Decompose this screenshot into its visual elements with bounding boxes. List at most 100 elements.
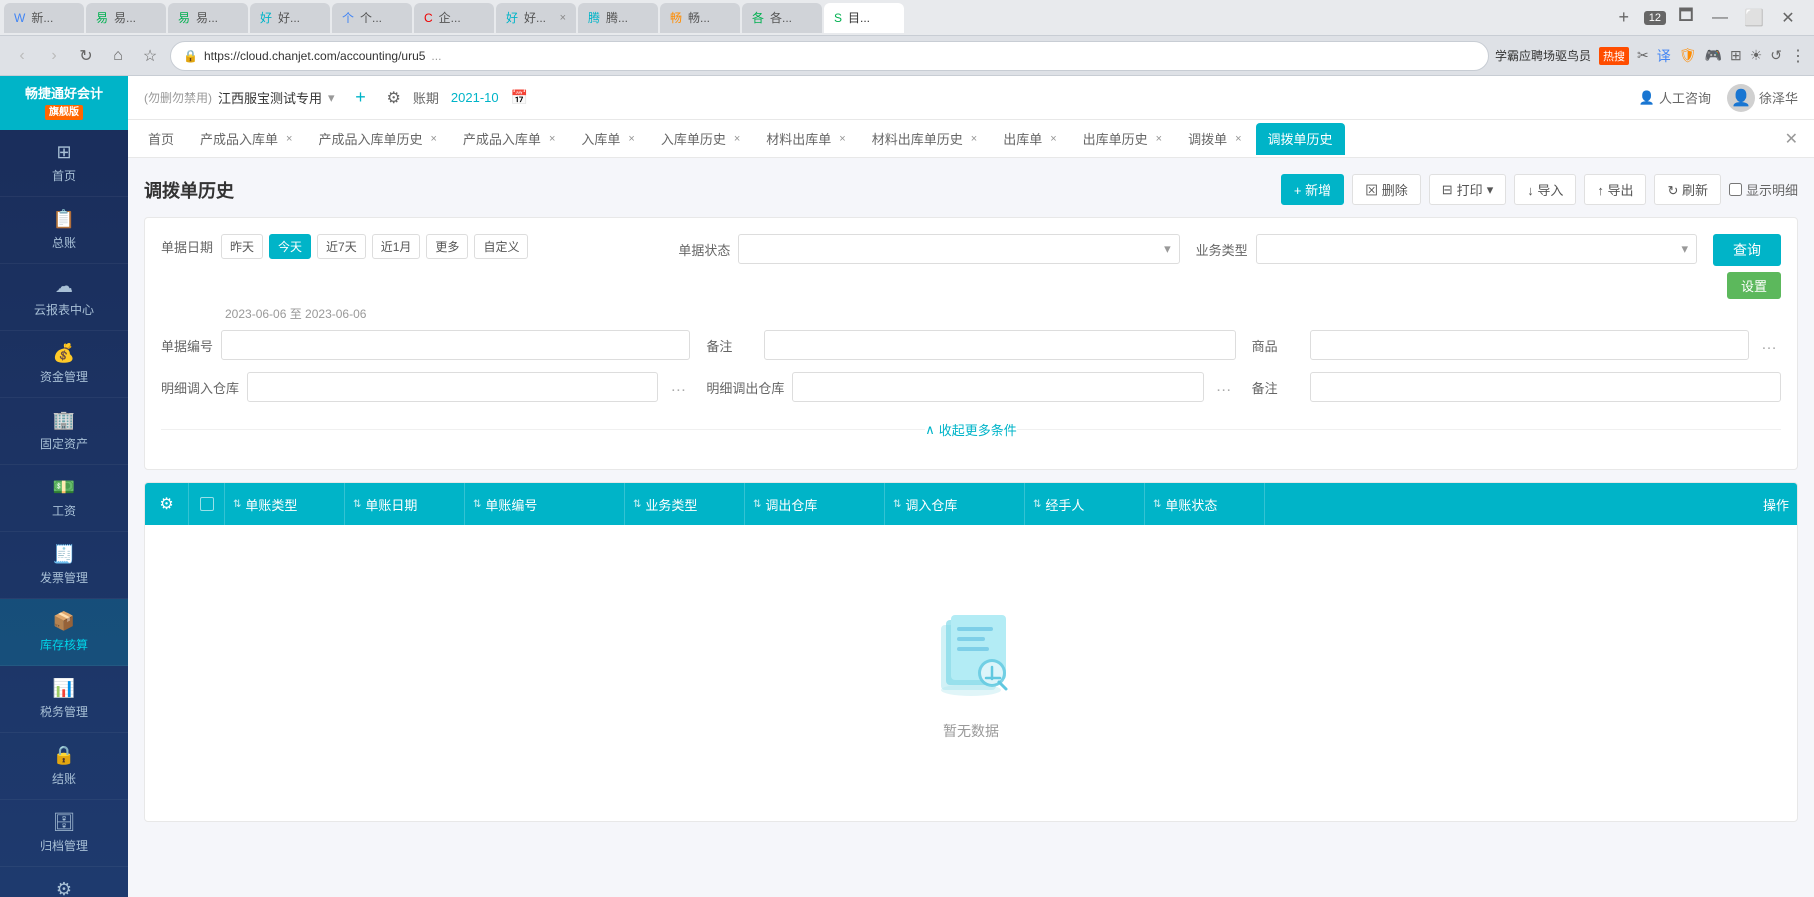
company-selector[interactable]: (勿删勿禁用) 江西服宝测试专用 ▾ bbox=[144, 88, 335, 107]
tab-material-out-history-close[interactable]: × bbox=[971, 133, 977, 145]
display-toggle-checkbox[interactable] bbox=[1729, 183, 1742, 196]
tab-transfer-close[interactable]: × bbox=[1235, 133, 1241, 145]
date-btn-today[interactable]: 今天 bbox=[269, 234, 311, 259]
col-in[interactable]: ⇅ 调入仓库 bbox=[885, 483, 1025, 525]
app-tab-in-history[interactable]: 入库单历史 × bbox=[649, 123, 752, 155]
app-tab-in-order[interactable]: 入库单 × bbox=[569, 123, 646, 155]
display-toggle[interactable]: 显示明细 bbox=[1729, 180, 1798, 199]
export-btn[interactable]: ↑ 导出 bbox=[1584, 174, 1646, 205]
app-tab-home[interactable]: 首页 bbox=[136, 123, 186, 155]
app-tab-material-out[interactable]: 材料出库单 × bbox=[754, 123, 857, 155]
forward-btn[interactable]: › bbox=[40, 42, 68, 70]
filter-settings-btn[interactable]: 设置 bbox=[1727, 272, 1781, 299]
import-btn[interactable]: ↓ 导入 bbox=[1514, 174, 1576, 205]
app-tab-out-history[interactable]: 出库单历史 × bbox=[1071, 123, 1174, 155]
col-num[interactable]: ⇅ 单账编号 bbox=[465, 483, 625, 525]
tab-in-order-close[interactable]: × bbox=[628, 133, 634, 145]
filter-goods-input[interactable] bbox=[1310, 330, 1749, 360]
filter-goods-more-btn[interactable]: … bbox=[1757, 336, 1781, 354]
filter-order-no-input[interactable] bbox=[221, 330, 690, 360]
browser-tab-3[interactable]: 易 易... bbox=[168, 3, 248, 33]
maximize-btn[interactable]: ⬜ bbox=[1740, 4, 1768, 32]
browser-tab-11[interactable]: S 目... bbox=[824, 3, 904, 33]
browser-tab-1[interactable]: W 新... bbox=[4, 3, 84, 33]
col-check[interactable] bbox=[189, 483, 225, 525]
browser-tab-8[interactable]: 腾 腾... bbox=[578, 3, 658, 33]
sidebar-item-cloud-report[interactable]: ☁ 云报表中心 bbox=[0, 264, 128, 331]
col-out[interactable]: ⇅ 调出仓库 bbox=[745, 483, 885, 525]
tab7-close[interactable]: × bbox=[560, 12, 566, 24]
filter-detail-in-input[interactable] bbox=[247, 372, 658, 402]
browser-tab-2[interactable]: 易 易... bbox=[86, 3, 166, 33]
filter-status-select[interactable]: ▾ bbox=[738, 234, 1179, 264]
app-tab-product-in2[interactable]: 产成品入库单 × bbox=[451, 123, 567, 155]
date-btn-yesterday[interactable]: 昨天 bbox=[221, 234, 263, 259]
tab-out-order-close[interactable]: × bbox=[1050, 133, 1056, 145]
new-btn[interactable]: + 新增 bbox=[1281, 174, 1344, 205]
back-btn[interactable]: ‹ bbox=[8, 42, 36, 70]
sidebar-item-tax[interactable]: 📊 税务管理 bbox=[0, 666, 128, 733]
date-btn-1month[interactable]: 近1月 bbox=[372, 234, 421, 259]
app-tab-product-in-history[interactable]: 产成品入库单历史 × bbox=[306, 123, 448, 155]
tab-bar-close-all[interactable]: ✕ bbox=[1777, 129, 1806, 149]
close-btn[interactable]: ✕ bbox=[1774, 4, 1802, 32]
app-tab-material-out-history[interactable]: 材料出库单历史 × bbox=[860, 123, 989, 155]
col-status[interactable]: ⇅ 单账状态 bbox=[1145, 483, 1265, 525]
settings-icon[interactable]: ⚙ bbox=[387, 88, 401, 108]
tab-product-in2-close[interactable]: × bbox=[549, 133, 555, 145]
home-btn[interactable]: ⌂ bbox=[104, 42, 132, 70]
sidebar-item-fixed-assets[interactable]: 🏢 固定资产 bbox=[0, 398, 128, 465]
print-btn[interactable]: ⊟ 打印 ▾ bbox=[1429, 174, 1506, 205]
col-date[interactable]: ⇅ 单账日期 bbox=[345, 483, 465, 525]
filter-detail-out-more-btn[interactable]: … bbox=[1212, 378, 1236, 396]
select-all-checkbox[interactable] bbox=[200, 497, 214, 511]
tab-in-history-close[interactable]: × bbox=[734, 133, 740, 145]
sidebar-item-archive[interactable]: 🗄 归档管理 bbox=[0, 800, 128, 867]
calendar-icon[interactable]: 📅 bbox=[511, 89, 528, 106]
app-tab-out-order[interactable]: 出库单 × bbox=[991, 123, 1068, 155]
window-ctrl-btn[interactable]: 🗖 bbox=[1672, 4, 1700, 32]
browser-tab-7[interactable]: 好 好... × bbox=[496, 3, 576, 33]
sidebar-item-inventory[interactable]: 📦 库存核算 bbox=[0, 599, 128, 666]
filter-biz-type-select[interactable]: ▾ bbox=[1256, 234, 1697, 264]
col-handler[interactable]: ⇅ 经手人 bbox=[1025, 483, 1145, 525]
filter-detail-out-input[interactable] bbox=[792, 372, 1203, 402]
date-btn-7days[interactable]: 近7天 bbox=[317, 234, 366, 259]
user-profile-btn[interactable]: 👤 徐泽华 bbox=[1727, 84, 1798, 112]
sidebar-item-ledger[interactable]: 📋 总账 bbox=[0, 197, 128, 264]
browser-tab-5[interactable]: 个 个... bbox=[332, 3, 412, 33]
browser-tab-4[interactable]: 好 好... bbox=[250, 3, 330, 33]
filter-remark-input[interactable] bbox=[764, 330, 1235, 360]
date-btn-custom[interactable]: 自定义 bbox=[474, 234, 528, 259]
collapse-btn[interactable]: ∧ 收起更多条件 bbox=[925, 414, 1017, 445]
sidebar-item-close[interactable]: 🔒 结账 bbox=[0, 733, 128, 800]
period-value[interactable]: 2021-10 bbox=[451, 90, 499, 105]
query-btn[interactable]: 查询 bbox=[1713, 234, 1781, 266]
sidebar-item-basic[interactable]: ⚙ 基础设置 bbox=[0, 867, 128, 897]
sidebar-item-home[interactable]: ⊞ 首页 bbox=[0, 130, 128, 197]
filter-remark2-input[interactable] bbox=[1310, 372, 1781, 402]
new-tab-btn[interactable]: + bbox=[1610, 4, 1638, 32]
filter-detail-in-more-btn[interactable]: … bbox=[666, 378, 690, 396]
browser-tab-6[interactable]: C 企... bbox=[414, 3, 494, 33]
col-type[interactable]: ⇅ 单账类型 bbox=[225, 483, 345, 525]
sidebar-item-invoice[interactable]: 🧾 发票管理 bbox=[0, 532, 128, 599]
sidebar-item-fund[interactable]: 💰 资金管理 bbox=[0, 331, 128, 398]
delete-btn[interactable]: ⊠ 删除 bbox=[1352, 174, 1421, 205]
sidebar-item-salary[interactable]: 💵 工资 bbox=[0, 465, 128, 532]
bookmark-btn[interactable]: ☆ bbox=[136, 42, 164, 70]
app-tab-transfer[interactable]: 调拨单 × bbox=[1176, 123, 1253, 155]
add-company-btn[interactable]: + bbox=[347, 84, 375, 112]
app-tab-transfer-history[interactable]: 调拨单历史 bbox=[1256, 123, 1345, 155]
customer-service-btn[interactable]: 👤 人工咨询 bbox=[1639, 88, 1711, 107]
tab-product-in-close[interactable]: × bbox=[286, 133, 292, 145]
browser-tab-9[interactable]: 畅 畅... bbox=[660, 3, 740, 33]
tab-product-in-history-close[interactable]: × bbox=[430, 133, 436, 145]
refresh-btn[interactable]: ↻ 刷新 bbox=[1654, 174, 1721, 205]
col-settings[interactable]: ⚙ bbox=[145, 483, 189, 525]
tab-material-out-close[interactable]: × bbox=[839, 133, 845, 145]
col-biz[interactable]: ⇅ 业务类型 bbox=[625, 483, 745, 525]
address-bar[interactable]: 🔒 https://cloud.chanjet.com/accounting/u… bbox=[170, 41, 1489, 71]
date-btn-more[interactable]: 更多 bbox=[426, 234, 468, 259]
minimize-btn[interactable]: — bbox=[1706, 4, 1734, 32]
